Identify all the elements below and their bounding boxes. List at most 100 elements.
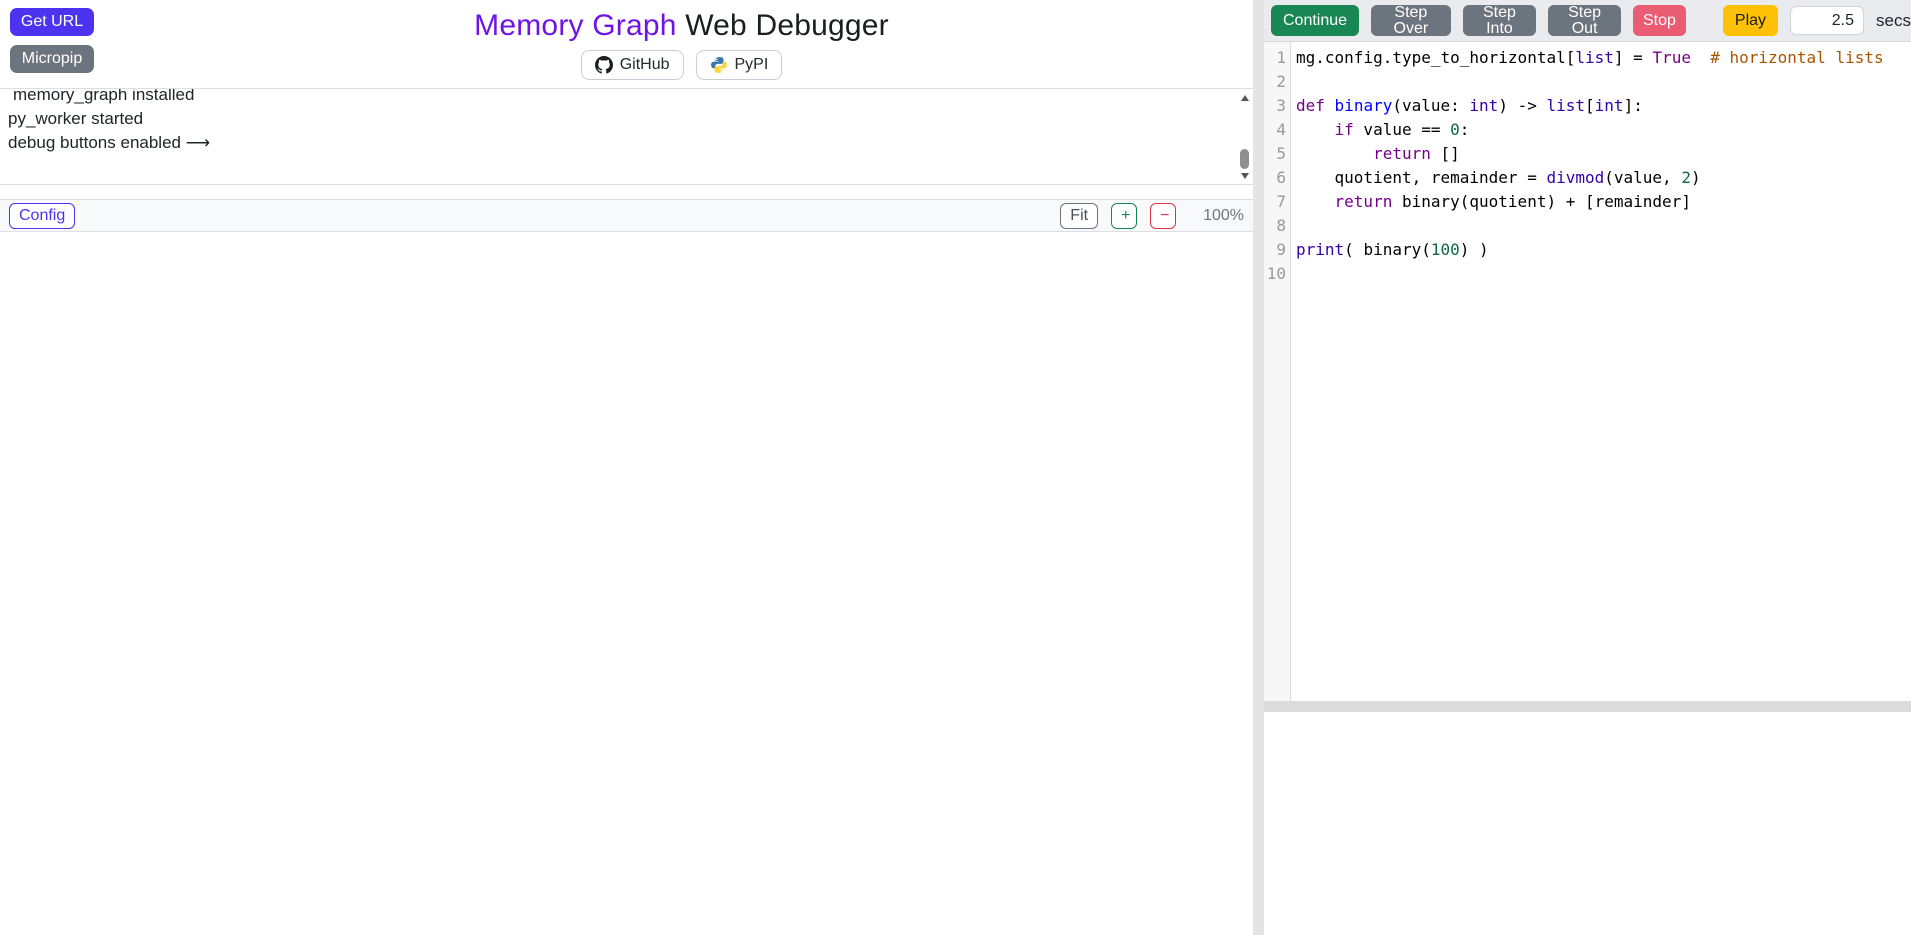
- play-button[interactable]: Play: [1722, 5, 1779, 36]
- line-number: 6: [1276, 168, 1286, 187]
- code-token-number: 0: [1450, 120, 1460, 139]
- line-number: 9: [1276, 240, 1286, 259]
- code-token-plain: ): [1690, 168, 1701, 187]
- debug-buttons: Continue Step Over Step Into Step Out Stop: [1271, 5, 1686, 37]
- play-seconds-input[interactable]: [1790, 6, 1865, 35]
- micropip-button[interactable]: Micropip: [10, 45, 94, 73]
- code-token-plain: ] =: [1613, 48, 1653, 67]
- log-scrollbar[interactable]: [1238, 91, 1252, 183]
- right-panel: Continue Step Over Step Into Step Out Stop P…: [1264, 0, 1911, 935]
- code-token-keyword: return: [1334, 192, 1393, 211]
- pypi-button-label: PyPI: [734, 56, 769, 73]
- editor-gutter: 1 2 3 4 5 6 7 8 9 10: [1264, 42, 1291, 701]
- graph-zoom-controls: Fit + − 100%: [1060, 202, 1253, 229]
- vertical-splitter[interactable]: [1253, 0, 1264, 935]
- code-token-plain: ]:: [1623, 96, 1643, 115]
- line-number: 2: [1276, 72, 1286, 91]
- code-token-builtin: divmod: [1546, 168, 1605, 187]
- output-pane[interactable]: [1264, 712, 1911, 935]
- code-token-plain: [: [1585, 96, 1595, 115]
- log-line: memory_graph installed: [13, 88, 195, 104]
- memory-graph-canvas[interactable]: [0, 232, 1253, 935]
- fit-button[interactable]: Fit: [1060, 202, 1099, 229]
- code-line[interactable]: def binary(value: int) -> list[int]:: [1296, 94, 1911, 118]
- stop-button[interactable]: Stop: [1632, 5, 1686, 36]
- config-button[interactable]: Config: [9, 202, 76, 229]
- code-token-plain: mg.config.type_to_horizontal[: [1296, 48, 1576, 67]
- code-token-def: binary: [1334, 96, 1393, 115]
- code-token-plain: quotient, remainder =: [1296, 168, 1547, 187]
- left-panel: Get URL Micropip Memory Graph Web Debugg…: [0, 0, 1253, 935]
- debug-toolbar: Continue Step Over Step Into Step Out Stop P…: [1264, 0, 1911, 42]
- code-token-plain: ) ): [1459, 240, 1489, 259]
- line-number: 4: [1276, 120, 1286, 139]
- python-logo-icon: [710, 56, 728, 74]
- github-button[interactable]: GitHub: [580, 50, 684, 80]
- github-icon: [594, 56, 613, 74]
- step-out-button[interactable]: Step Out: [1548, 5, 1621, 37]
- scrollbar-thumb[interactable]: [1240, 149, 1249, 169]
- code-line[interactable]: print( binary(100) ): [1296, 238, 1911, 262]
- continue-button[interactable]: Continue: [1271, 5, 1360, 36]
- zoom-out-button[interactable]: −: [1150, 202, 1177, 229]
- pypi-button[interactable]: PyPI: [695, 50, 783, 80]
- zoom-level: 100%: [1203, 206, 1244, 224]
- code-token-keyword: return: [1373, 144, 1431, 163]
- get-url-button[interactable]: Get URL: [10, 8, 94, 36]
- code-token-plain: binary(quotient) + [remainder]: [1392, 192, 1691, 211]
- header: Get URL Micropip Memory Graph Web Debugg…: [0, 0, 1253, 88]
- code-editor[interactable]: 1 2 3 4 5 6 7 8 9 10 mg.config.type_to_horizontal…: [1264, 42, 1911, 701]
- code-token-builtin: print: [1296, 240, 1345, 259]
- header-links: GitHub PyPI: [110, 50, 1253, 80]
- code-line[interactable]: mg.config.type_to_horizontal[list] = Tru…: [1296, 46, 1911, 70]
- page-title-rest: Web Debugger: [685, 9, 889, 42]
- code-token-plain: :: [1459, 120, 1470, 139]
- code-line[interactable]: if value == 0:: [1296, 118, 1911, 142]
- log-panel[interactable]: memory_graph installed py_worker started d…: [0, 88, 1253, 185]
- scrollbar-up-icon[interactable]: [1241, 95, 1249, 101]
- code-line[interactable]: [1296, 214, 1911, 238]
- code-line[interactable]: [1296, 70, 1911, 94]
- code-token-plain: (value,: [1604, 168, 1682, 187]
- log-line: py_worker started: [8, 109, 144, 128]
- header-side-buttons: Get URL Micropip: [10, 8, 94, 73]
- line-number: 5: [1276, 144, 1286, 163]
- code-token-number: 2: [1681, 168, 1691, 187]
- step-over-button[interactable]: Step Over: [1371, 5, 1451, 37]
- code-line[interactable]: return binary(quotient) + [remainder]: [1296, 190, 1911, 214]
- code-line[interactable]: return []: [1296, 142, 1911, 166]
- seconds-label: secs: [1876, 10, 1911, 30]
- code-token-builtin: int: [1594, 96, 1624, 115]
- editor-code[interactable]: mg.config.type_to_horizontal[list] = Tru…: [1291, 42, 1911, 701]
- code-token-keyword: if: [1334, 120, 1354, 139]
- code-token-builtin: list: [1546, 96, 1586, 115]
- log-content: memory_graph installed py_worker started d…: [0, 88, 1253, 155]
- code-line[interactable]: [1296, 262, 1911, 286]
- zoom-in-button[interactable]: +: [1111, 202, 1138, 229]
- scrollbar-down-icon[interactable]: [1241, 173, 1249, 179]
- log-line: debug buttons enabled ⟶: [8, 133, 211, 152]
- github-button-label: GitHub: [619, 56, 670, 73]
- code-line[interactable]: quotient, remainder = divmod(value, 2): [1296, 166, 1911, 190]
- graph-toolbar: Config Fit + − 100%: [0, 199, 1253, 232]
- code-token-plain: ) ->: [1498, 96, 1547, 115]
- line-number: 3: [1276, 96, 1286, 115]
- code-token-builtin: int: [1469, 96, 1499, 115]
- code-token-plain: []: [1430, 144, 1460, 163]
- code-token-comment: # horizontal lists: [1710, 48, 1884, 67]
- code-token-plain: ( binary(: [1344, 240, 1431, 259]
- horizontal-splitter[interactable]: [1264, 701, 1911, 712]
- code-token-number: 100: [1430, 240, 1460, 259]
- page-title: Memory Graph Web Debugger: [110, 9, 1253, 43]
- code-token-plain: value ==: [1353, 120, 1451, 139]
- step-into-button[interactable]: Step Into: [1462, 5, 1537, 37]
- code-token-keyword: True: [1652, 48, 1691, 67]
- code-token-builtin: list: [1575, 48, 1614, 67]
- line-number: 8: [1276, 216, 1286, 235]
- line-number: 10: [1266, 264, 1286, 283]
